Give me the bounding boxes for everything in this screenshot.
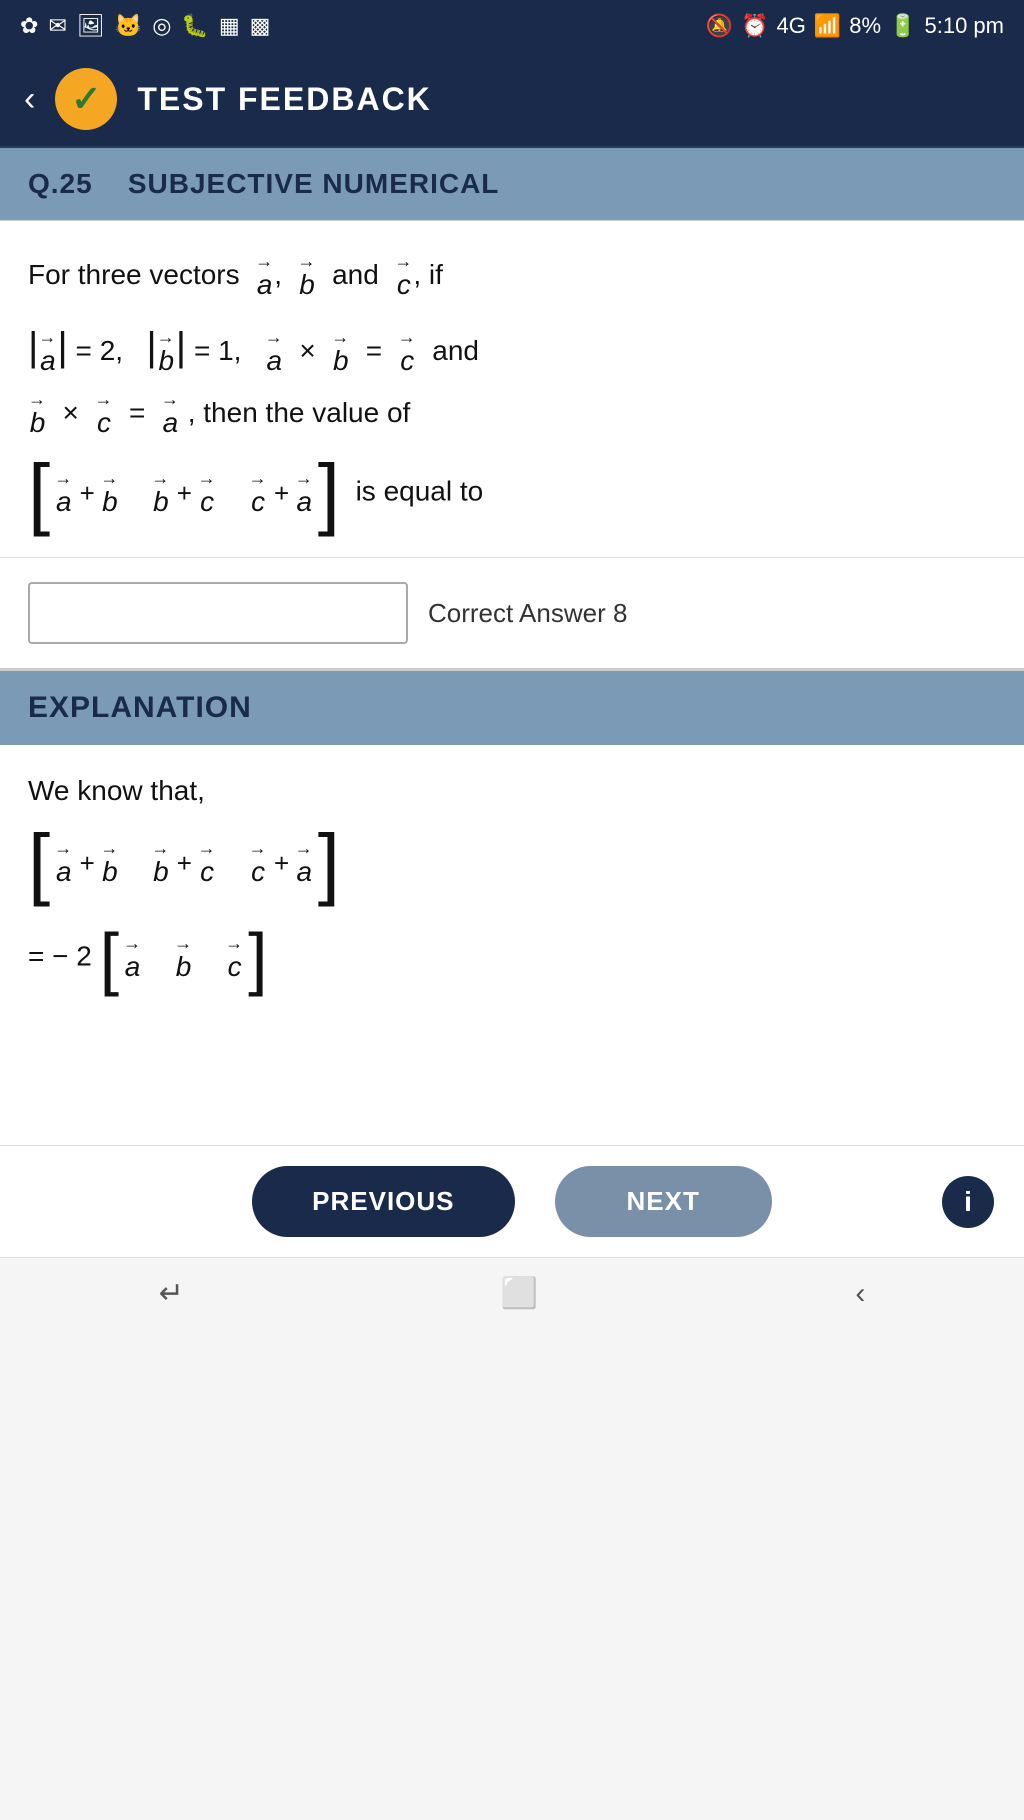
explanation-equals-line: = − 2 [ →a →b →c ] [28, 923, 996, 993]
cell-bc: →b + →c [151, 469, 216, 518]
app-header: ‹ ✓ TEST FEEDBACK [0, 52, 1024, 148]
exp-left-bracket: [ [28, 823, 50, 903]
explanation-matrix: [ →a + →b →b + →c →c + →a ] [28, 823, 340, 903]
signal-bars-icon: 📶 [814, 13, 841, 39]
exp2-cell-b: →b [174, 934, 193, 983]
status-icons: ✿ ✉ 🖼 🐱 ◎ 🐛 ▦ ▩ [20, 13, 270, 39]
matrix-expression: [ →a + →b →b + →c →c + →a ] [28, 453, 340, 533]
next-button[interactable]: NEXT [555, 1166, 772, 1237]
answer-input-box[interactable] [28, 582, 408, 644]
vec-c-intro: → c [394, 252, 413, 301]
question-number: Q.25 [28, 168, 93, 199]
exp-cell-bc: →b + →c [151, 839, 216, 888]
question-matrix: [ →a + →b →b + →c →c + →a ] [28, 453, 996, 533]
page-title: TEST FEEDBACK [137, 81, 431, 118]
back-system-icon[interactable]: ‹ [855, 1277, 865, 1311]
exp2-left-bracket: [ [100, 923, 119, 993]
vec-b-intro: → b [298, 252, 317, 301]
exp2-matrix-cells: →a →b →c [119, 934, 248, 983]
vec-b-abs: →b [157, 328, 176, 377]
explanation-matrix-line: [ →a + →b →b + →c →c + →a ] [28, 823, 996, 903]
exp-cell-ca: →c + →a [249, 839, 314, 888]
question-condition2: →b × →c = →a , then the value of [28, 389, 996, 439]
system-nav-bar: ↵ ⬜ ‹ [0, 1257, 1024, 1329]
cell-ca: →c + →a [249, 469, 314, 518]
mail-icon: ✉ [48, 13, 66, 39]
info-button[interactable]: i [942, 1176, 994, 1228]
exp2-cell-a: →a [123, 934, 142, 983]
battery-percent: 8% [849, 13, 881, 39]
question-type: SUBJECTIVE NUMERICAL [128, 168, 500, 199]
exp-cell-ab: →a + →b [54, 839, 119, 888]
question-header: Q.25 SUBJECTIVE NUMERICAL [0, 148, 1024, 221]
question-number-type: Q.25 SUBJECTIVE NUMERICAL [28, 168, 499, 199]
network-4g-icon: 4G [777, 13, 806, 39]
vec-c-cross2: →c [94, 390, 113, 439]
vec-a-result2: →a [161, 390, 180, 439]
vec-c-result: →c [398, 328, 417, 377]
mute-icon: 🔕 [706, 13, 733, 39]
bottom-navigation: PREVIOUS NEXT i [0, 1145, 1024, 1257]
answer-area: Correct Answer 8 [0, 558, 1024, 671]
home-icon[interactable]: ⬜ [501, 1276, 538, 1311]
back-button[interactable]: ‹ [24, 82, 35, 116]
settings-icon: ✿ [20, 13, 38, 39]
vec-a-intro: → a [255, 252, 274, 301]
explanation-title: EXPLANATION [28, 691, 252, 724]
signal-icon: ▩ [250, 13, 271, 39]
right-bracket: ] [318, 453, 340, 533]
cat-icon: 🐱 [115, 13, 142, 39]
info-icon: i [964, 1186, 972, 1218]
cell-ab: →a + →b [54, 469, 119, 518]
time-display: 5:10 pm [925, 13, 1005, 39]
exp-matrix-cells: →a + →b →b + →c →c + →a [50, 839, 318, 888]
question-conditions: |→a| = 2, |→b| = 1, →a × →b = →c and [28, 313, 996, 381]
exp2-right-bracket: ] [248, 923, 267, 993]
checkmark-icon: ✓ [71, 78, 101, 120]
alarm-icon: ⏰ [741, 13, 768, 39]
left-bracket: [ [28, 453, 50, 533]
wifi-icon: ▦ [219, 13, 240, 39]
vec-b-cross2: →b [28, 390, 47, 439]
explanation-body: We know that, [ →a + →b →b + →c →c + →a [0, 745, 1024, 1145]
battery-icon: 🔋 [889, 13, 916, 39]
question-text-intro: For three vectors → a , → b and → c , if [28, 251, 996, 301]
vec-b-cross: →b [331, 328, 350, 377]
correct-answer-label: Correct Answer 8 [428, 598, 627, 629]
exp-right-bracket: ] [318, 823, 340, 903]
status-right-area: 🔕 ⏰ 4G 📶 8% 🔋 5:10 pm [706, 13, 1004, 39]
explanation-header: EXPLANATION [0, 671, 1024, 745]
previous-button[interactable]: PREVIOUS [252, 1166, 514, 1237]
matrix-cells: →a + →b →b + →c →c + →a [50, 469, 318, 518]
image-icon: 🖼 [77, 13, 105, 39]
bug-icon: 🐛 [181, 13, 208, 39]
exp2-cell-c: →c [225, 934, 244, 983]
vec-a-abs: →a [38, 328, 57, 377]
explanation-intro: We know that, [28, 775, 996, 807]
recent-apps-icon[interactable]: ↵ [159, 1276, 184, 1311]
vec-a-cross: →a [265, 328, 284, 377]
circle-icon: ◎ [152, 13, 171, 39]
explanation-matrix-2: [ →a →b →c ] [100, 923, 268, 993]
status-bar: ✿ ✉ 🖼 🐱 ◎ 🐛 ▦ ▩ 🔕 ⏰ 4G 📶 8% 🔋 5:10 pm [0, 0, 1024, 52]
app-logo: ✓ [55, 68, 117, 130]
question-body: For three vectors → a , → b and → c , if… [0, 221, 1024, 558]
